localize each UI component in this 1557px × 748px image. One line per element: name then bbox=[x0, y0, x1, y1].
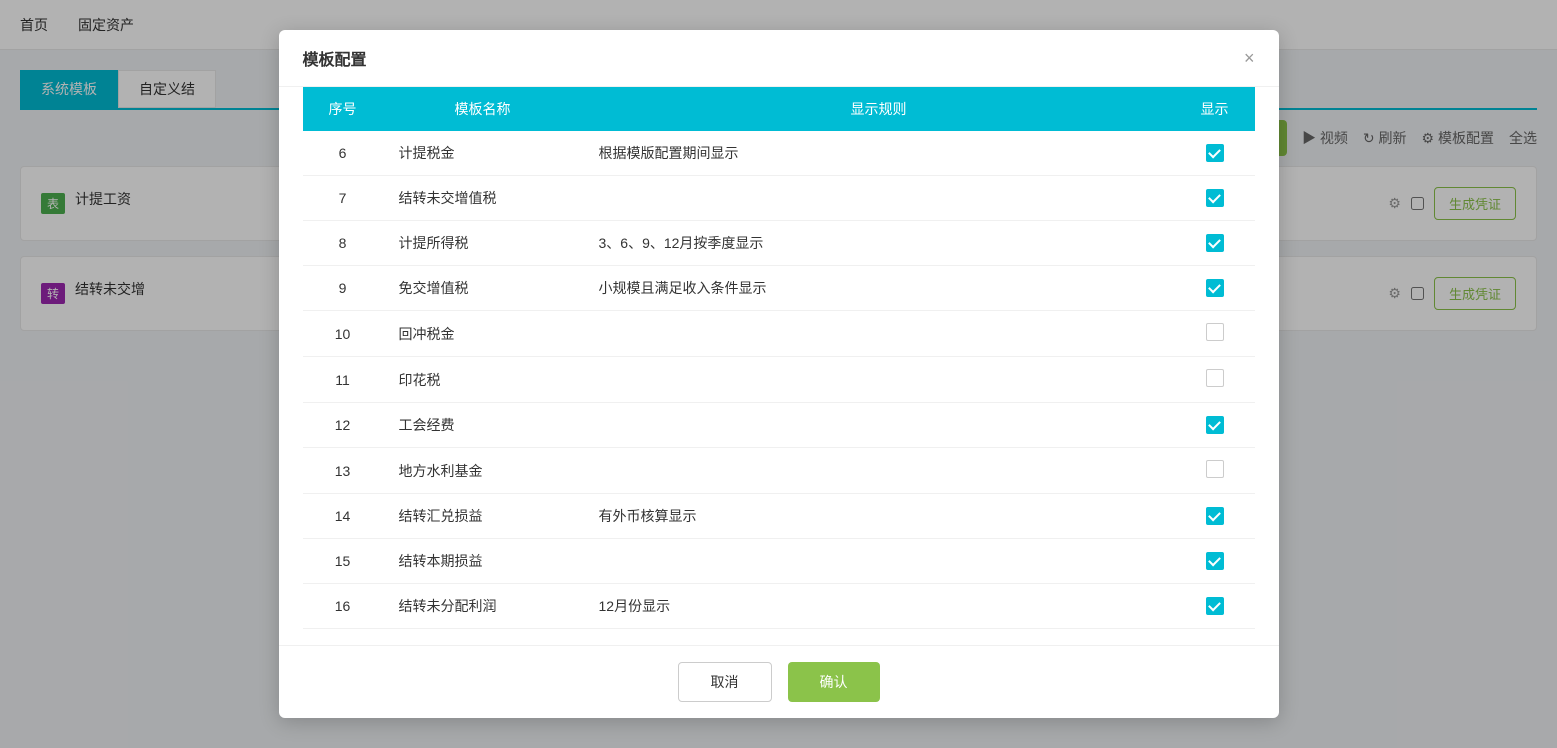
row-checkbox[interactable] bbox=[1206, 460, 1224, 478]
cell-rule bbox=[583, 539, 1175, 584]
cell-name: 结转未分配利润 bbox=[383, 584, 583, 629]
row-checkbox[interactable] bbox=[1206, 144, 1224, 162]
cell-checkbox bbox=[1175, 584, 1255, 629]
col-header-index: 序号 bbox=[303, 87, 383, 131]
config-table: 序号 模板名称 显示规则 显示 6计提税金根据模版配置期间显示7结转未交增值税8… bbox=[303, 87, 1255, 629]
cell-name: 工会经费 bbox=[383, 403, 583, 448]
cell-name: 计提税金 bbox=[383, 131, 583, 176]
confirm-button[interactable]: 确认 bbox=[788, 662, 880, 702]
col-header-name: 模板名称 bbox=[383, 87, 583, 131]
cell-index: 15 bbox=[303, 539, 383, 584]
cell-rule: 小规模且满足收入条件显示 bbox=[583, 266, 1175, 311]
row-checkbox[interactable] bbox=[1206, 597, 1224, 615]
cell-checkbox bbox=[1175, 266, 1255, 311]
cell-index: 7 bbox=[303, 176, 383, 221]
dialog-header: 模板配置 × bbox=[279, 30, 1279, 87]
cell-name: 结转本期损益 bbox=[383, 539, 583, 584]
dialog-footer: 取消 确认 bbox=[279, 645, 1279, 718]
cancel-button[interactable]: 取消 bbox=[678, 662, 772, 702]
cell-checkbox bbox=[1175, 311, 1255, 357]
table-row: 13地方水利基金 bbox=[303, 448, 1255, 494]
cell-name: 结转未交增值税 bbox=[383, 176, 583, 221]
cell-index: 8 bbox=[303, 221, 383, 266]
cell-rule bbox=[583, 176, 1175, 221]
cell-rule: 根据模版配置期间显示 bbox=[583, 131, 1175, 176]
row-checkbox[interactable] bbox=[1206, 323, 1224, 341]
cell-checkbox bbox=[1175, 448, 1255, 494]
cell-name: 结转汇兑损益 bbox=[383, 494, 583, 539]
table-row: 7结转未交增值税 bbox=[303, 176, 1255, 221]
table-row: 8计提所得税3、6、9、12月按季度显示 bbox=[303, 221, 1255, 266]
cell-rule bbox=[583, 311, 1175, 357]
cell-rule bbox=[583, 403, 1175, 448]
row-checkbox[interactable] bbox=[1206, 416, 1224, 434]
cell-checkbox bbox=[1175, 403, 1255, 448]
table-row: 16结转未分配利润12月份显示 bbox=[303, 584, 1255, 629]
modal-overlay: 模板配置 × 序号 模板名称 显示规则 显示 6计提税金根据模版配置期间显示7结… bbox=[0, 0, 1557, 748]
cell-checkbox bbox=[1175, 176, 1255, 221]
cell-rule: 12月份显示 bbox=[583, 584, 1175, 629]
table-row: 12工会经费 bbox=[303, 403, 1255, 448]
cell-index: 6 bbox=[303, 131, 383, 176]
row-checkbox[interactable] bbox=[1206, 552, 1224, 570]
cell-name: 地方水利基金 bbox=[383, 448, 583, 494]
cell-checkbox bbox=[1175, 357, 1255, 403]
col-header-show: 显示 bbox=[1175, 87, 1255, 131]
cell-name: 回冲税金 bbox=[383, 311, 583, 357]
template-config-dialog: 模板配置 × 序号 模板名称 显示规则 显示 6计提税金根据模版配置期间显示7结… bbox=[279, 30, 1279, 718]
cell-name: 计提所得税 bbox=[383, 221, 583, 266]
cell-name: 免交增值税 bbox=[383, 266, 583, 311]
dialog-body: 序号 模板名称 显示规则 显示 6计提税金根据模版配置期间显示7结转未交增值税8… bbox=[279, 87, 1279, 645]
cell-rule bbox=[583, 357, 1175, 403]
col-header-rule: 显示规则 bbox=[583, 87, 1175, 131]
table-row: 6计提税金根据模版配置期间显示 bbox=[303, 131, 1255, 176]
cell-checkbox bbox=[1175, 494, 1255, 539]
cell-rule: 有外币核算显示 bbox=[583, 494, 1175, 539]
row-checkbox[interactable] bbox=[1206, 189, 1224, 207]
row-checkbox[interactable] bbox=[1206, 279, 1224, 297]
cell-name: 印花税 bbox=[383, 357, 583, 403]
row-checkbox[interactable] bbox=[1206, 234, 1224, 252]
cell-index: 14 bbox=[303, 494, 383, 539]
row-checkbox[interactable] bbox=[1206, 369, 1224, 387]
cell-index: 11 bbox=[303, 357, 383, 403]
table-row: 15结转本期损益 bbox=[303, 539, 1255, 584]
table-row: 14结转汇兑损益有外币核算显示 bbox=[303, 494, 1255, 539]
table-row: 9免交增值税小规模且满足收入条件显示 bbox=[303, 266, 1255, 311]
table-row: 11印花税 bbox=[303, 357, 1255, 403]
cell-checkbox bbox=[1175, 221, 1255, 266]
cell-index: 10 bbox=[303, 311, 383, 357]
cell-checkbox bbox=[1175, 539, 1255, 584]
cell-rule bbox=[583, 448, 1175, 494]
dialog-close-button[interactable]: × bbox=[1244, 49, 1255, 67]
cell-index: 13 bbox=[303, 448, 383, 494]
cell-index: 9 bbox=[303, 266, 383, 311]
row-checkbox[interactable] bbox=[1206, 507, 1224, 525]
cell-index: 16 bbox=[303, 584, 383, 629]
cell-checkbox bbox=[1175, 131, 1255, 176]
cell-rule: 3、6、9、12月按季度显示 bbox=[583, 221, 1175, 266]
table-row: 10回冲税金 bbox=[303, 311, 1255, 357]
cell-index: 12 bbox=[303, 403, 383, 448]
dialog-title: 模板配置 bbox=[303, 46, 367, 70]
